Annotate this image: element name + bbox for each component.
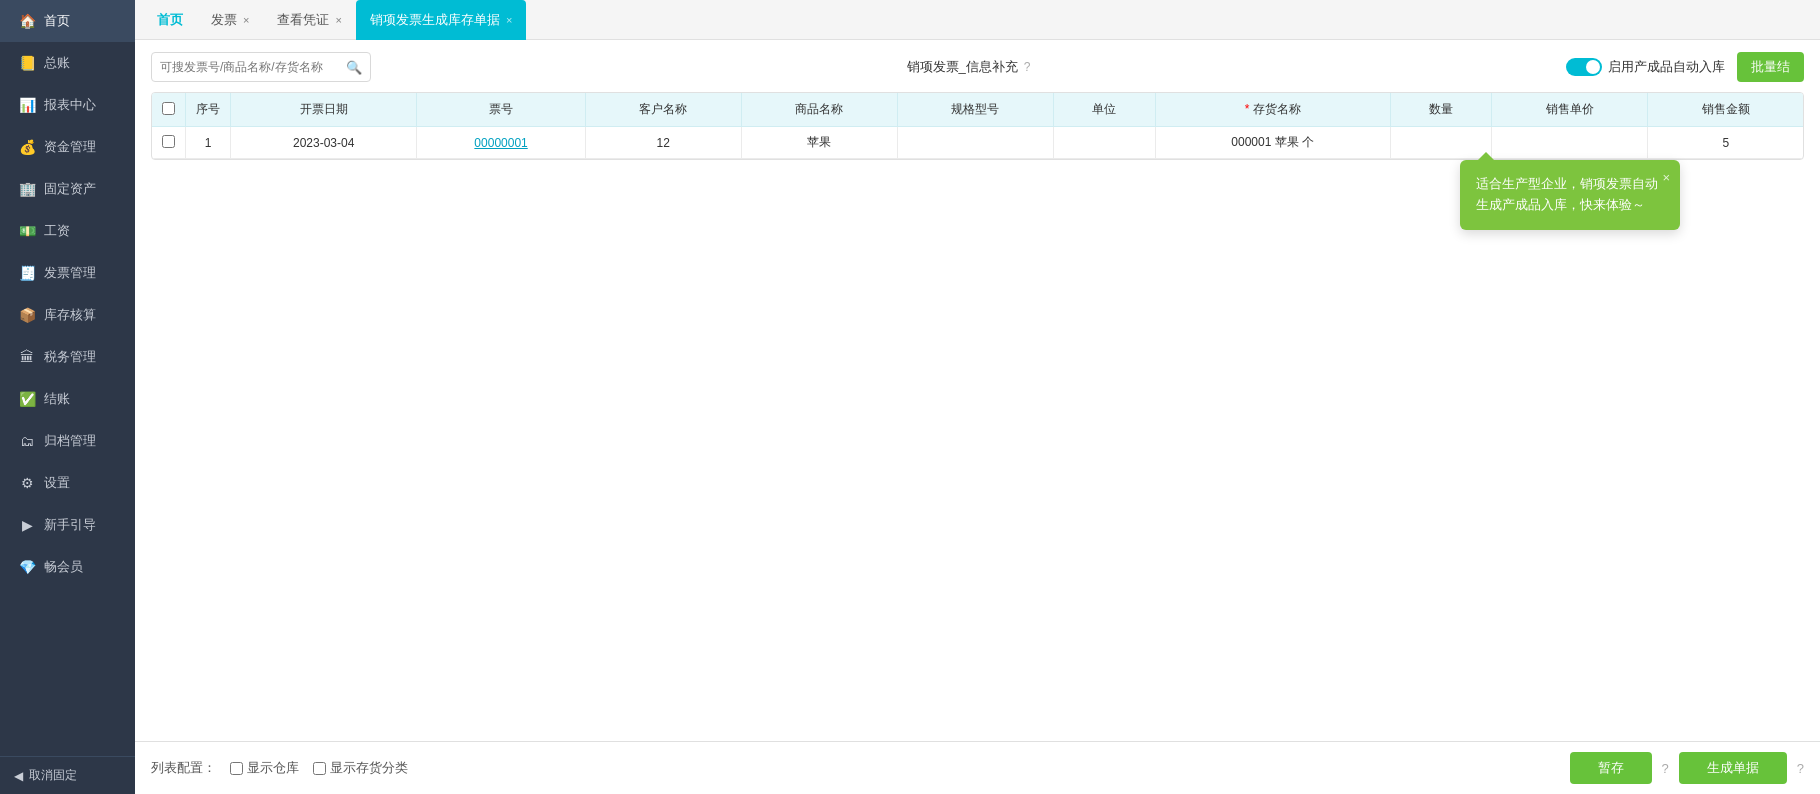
- generate-button[interactable]: 生成单据: [1679, 752, 1787, 784]
- sidebar: 🏠 首页 📒 总账 📊 报表中心 💰 资金管理 🏢 固定资产 💵 工资 🧾 发票…: [0, 0, 135, 794]
- show-category-checkbox[interactable]: [313, 762, 326, 775]
- invoice-table: 序号 开票日期 票号 客户名称 商品名称 规格型号 单位 * 存货名称 数量 销…: [152, 93, 1803, 159]
- sidebar-item-checkout[interactable]: ✅ 结账: [0, 378, 135, 420]
- sidebar-item-inventory[interactable]: 📦 库存核算: [0, 294, 135, 336]
- sidebar-item-archive[interactable]: 🗂 归档管理: [0, 420, 135, 462]
- th-spec: 规格型号: [897, 93, 1053, 127]
- th-date: 开票日期: [231, 93, 417, 127]
- sidebar-unfix[interactable]: ◀ 取消固定: [0, 756, 135, 794]
- td-customer: 12: [585, 127, 741, 159]
- inventory-icon: 📦: [18, 307, 36, 323]
- tab-invoice[interactable]: 发票 ×: [197, 0, 263, 40]
- th-index: 序号: [186, 93, 231, 127]
- main-content: 首页 发票 × 查看凭证 × 销项发票生成库存单据 × 🔍 销项发票_信息补充 …: [135, 0, 1820, 794]
- sidebar-item-guide[interactable]: ▶ 新手引导: [0, 504, 135, 546]
- td-product: 苹果: [741, 127, 897, 159]
- td-spec: [897, 127, 1053, 159]
- invoice-table-wrap: 序号 开票日期 票号 客户名称 商品名称 规格型号 单位 * 存货名称 数量 销…: [151, 92, 1804, 160]
- bottom-bar: 列表配置： 显示仓库 显示存货分类 暂存 ? 生成单据 ?: [135, 741, 1820, 794]
- sidebar-item-home[interactable]: 🏠 首页: [0, 0, 135, 42]
- td-date: 2023-03-04: [231, 127, 417, 159]
- gen-help-icon[interactable]: ?: [1797, 761, 1804, 776]
- search-box: 🔍: [151, 52, 371, 82]
- th-unit: 单位: [1054, 93, 1156, 127]
- show-warehouse-label[interactable]: 显示仓库: [230, 759, 299, 777]
- home-icon: 🏠: [18, 13, 36, 29]
- toolbar: 🔍 销项发票_信息补充 ? 启用产成品自动入库 批量结: [151, 52, 1804, 82]
- vip-icon: 💎: [18, 559, 36, 575]
- toggle-knob: [1586, 60, 1600, 74]
- th-ticket-no: 票号: [417, 93, 585, 127]
- sidebar-item-reports[interactable]: 📊 报表中心: [0, 84, 135, 126]
- sidebar-item-settings[interactable]: ⚙ 设置: [0, 462, 135, 504]
- sidebar-item-funds[interactable]: 💰 资金管理: [0, 126, 135, 168]
- search-input[interactable]: [160, 60, 346, 74]
- tooltip-popup: × 适合生产型企业，销项发票自动生成产成品入库，快来体验～: [1460, 160, 1680, 230]
- td-unit: [1054, 127, 1156, 159]
- tab-sales-invoice[interactable]: 销项发票生成库存单据 ×: [356, 0, 526, 40]
- th-unit-price: 销售单价: [1492, 93, 1648, 127]
- th-amount: 销售金额: [1648, 93, 1803, 127]
- archive-icon: 🗂: [18, 433, 36, 449]
- td-amount: 5: [1648, 127, 1803, 159]
- tab-invoice-close[interactable]: ×: [243, 14, 249, 26]
- reports-icon: 📊: [18, 97, 36, 113]
- settings-icon: ⚙: [18, 475, 36, 491]
- invoice-icon: 🧾: [18, 265, 36, 281]
- sidebar-item-salary[interactable]: 💵 工资: [0, 210, 135, 252]
- salary-icon: 💵: [18, 223, 36, 239]
- td-inventory: 000001 苹果 个: [1155, 127, 1390, 159]
- batch-button[interactable]: 批量结: [1737, 52, 1804, 82]
- tab-home[interactable]: 首页: [143, 0, 197, 40]
- th-quantity: 数量: [1390, 93, 1492, 127]
- show-category-label[interactable]: 显示存货分类: [313, 759, 408, 777]
- th-product: 商品名称: [741, 93, 897, 127]
- th-checkbox: [152, 93, 186, 127]
- td-ticket-no[interactable]: 00000001: [417, 127, 585, 159]
- sidebar-item-ledger[interactable]: 📒 总账: [0, 42, 135, 84]
- th-inventory: * 存货名称: [1155, 93, 1390, 127]
- th-customer: 客户名称: [585, 93, 741, 127]
- tooltip-text: 适合生产型企业，销项发票自动生成产成品入库，快来体验～: [1476, 176, 1658, 212]
- info-section: 销项发票_信息补充 ?: [907, 58, 1031, 76]
- tab-sales-invoice-close[interactable]: ×: [506, 14, 512, 26]
- td-quantity: [1390, 127, 1492, 159]
- checkout-icon: ✅: [18, 391, 36, 407]
- td-row-checkbox: [152, 127, 186, 159]
- tab-bar: 首页 发票 × 查看凭证 × 销项发票生成库存单据 ×: [135, 0, 1820, 40]
- info-help-icon[interactable]: ?: [1024, 60, 1031, 74]
- funds-icon: 💰: [18, 139, 36, 155]
- ledger-icon: 📒: [18, 55, 36, 71]
- guide-icon: ▶: [18, 517, 36, 533]
- unfix-icon: ◀: [14, 769, 23, 783]
- list-config: 列表配置： 显示仓库 显示存货分类: [151, 759, 408, 777]
- sidebar-item-tax[interactable]: 🏛 税务管理: [0, 336, 135, 378]
- content-area: 🔍 销项发票_信息补充 ? 启用产成品自动入库 批量结: [135, 40, 1820, 741]
- info-label: 销项发票_信息补充: [907, 58, 1018, 76]
- sidebar-item-vip[interactable]: 💎 畅会员: [0, 546, 135, 588]
- auto-warehouse-toggle[interactable]: [1566, 58, 1602, 76]
- row-checkbox[interactable]: [162, 135, 175, 148]
- td-unit-price: [1492, 127, 1648, 159]
- toggle-section: 启用产成品自动入库: [1566, 58, 1725, 76]
- save-help-icon[interactable]: ?: [1662, 761, 1669, 776]
- ticket-no-link[interactable]: 00000001: [474, 136, 527, 150]
- config-label: 列表配置：: [151, 759, 216, 777]
- sidebar-item-assets[interactable]: 🏢 固定资产: [0, 168, 135, 210]
- tab-voucher-close[interactable]: ×: [335, 14, 341, 26]
- sidebar-item-invoice[interactable]: 🧾 发票管理: [0, 252, 135, 294]
- tooltip-close-button[interactable]: ×: [1662, 168, 1670, 189]
- show-warehouse-checkbox[interactable]: [230, 762, 243, 775]
- search-icon: 🔍: [346, 60, 362, 75]
- save-button[interactable]: 暂存: [1570, 752, 1652, 784]
- tax-icon: 🏛: [18, 349, 36, 365]
- table-row: 1 2023-03-04 00000001 12 苹果 000001 苹果 个 …: [152, 127, 1803, 159]
- assets-icon: 🏢: [18, 181, 36, 197]
- tab-voucher[interactable]: 查看凭证 ×: [263, 0, 355, 40]
- toggle-label: 启用产成品自动入库: [1608, 58, 1725, 76]
- table-header-row: 序号 开票日期 票号 客户名称 商品名称 规格型号 单位 * 存货名称 数量 销…: [152, 93, 1803, 127]
- select-all-checkbox[interactable]: [162, 102, 175, 115]
- td-index: 1: [186, 127, 231, 159]
- bottom-actions: 暂存 ? 生成单据 ?: [1570, 752, 1804, 784]
